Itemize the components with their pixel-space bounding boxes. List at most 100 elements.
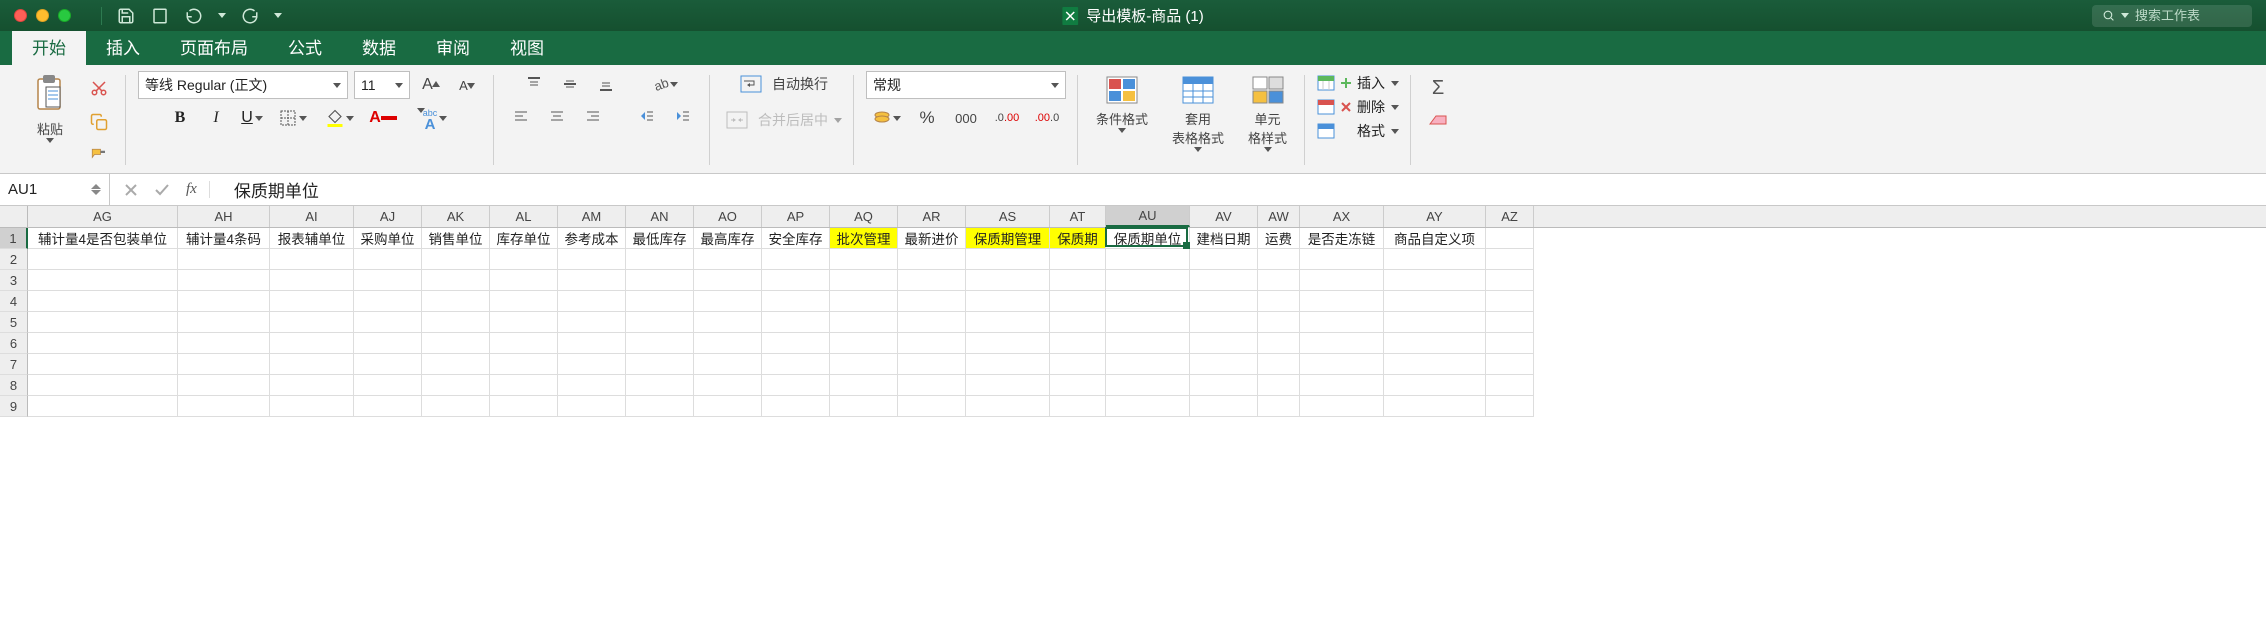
cell[interactable] bbox=[1486, 249, 1534, 270]
column-header[interactable]: AP bbox=[762, 206, 830, 227]
cell[interactable] bbox=[1106, 312, 1190, 333]
decrease-decimal-button[interactable]: .00.0 bbox=[1030, 105, 1064, 131]
column-header[interactable]: AO bbox=[694, 206, 762, 227]
cell[interactable] bbox=[422, 249, 490, 270]
cell[interactable] bbox=[1384, 291, 1486, 312]
cell[interactable] bbox=[1486, 291, 1534, 312]
cell[interactable] bbox=[1190, 249, 1258, 270]
increase-decimal-button[interactable]: .0.00 bbox=[990, 105, 1024, 131]
cell[interactable] bbox=[694, 249, 762, 270]
cell[interactable] bbox=[694, 270, 762, 291]
row-header[interactable]: 9 bbox=[0, 396, 28, 417]
cell[interactable] bbox=[830, 333, 898, 354]
align-right-button[interactable] bbox=[578, 103, 608, 129]
cut-button[interactable] bbox=[84, 75, 114, 101]
cell[interactable] bbox=[1486, 375, 1534, 396]
column-header[interactable]: AX bbox=[1300, 206, 1384, 227]
cell[interactable] bbox=[694, 396, 762, 417]
percent-button[interactable]: % bbox=[912, 105, 942, 131]
cell[interactable] bbox=[626, 249, 694, 270]
cell[interactable]: 采购单位 bbox=[354, 228, 422, 249]
comma-button[interactable]: 000 bbox=[948, 105, 984, 131]
cell[interactable]: 批次管理 bbox=[830, 228, 898, 249]
format-as-table-button[interactable]: 套用 表格格式 bbox=[1166, 73, 1230, 154]
cell[interactable] bbox=[270, 312, 354, 333]
column-header[interactable]: AZ bbox=[1486, 206, 1534, 227]
cell[interactable] bbox=[1050, 312, 1106, 333]
tab-data[interactable]: 数据 bbox=[342, 27, 416, 65]
align-middle-button[interactable] bbox=[555, 71, 585, 97]
cell[interactable] bbox=[1300, 312, 1384, 333]
cell[interactable] bbox=[830, 375, 898, 396]
cell[interactable] bbox=[28, 270, 178, 291]
cell[interactable]: 辅计量4条码 bbox=[178, 228, 270, 249]
wrap-text-icon[interactable] bbox=[736, 71, 766, 97]
cell[interactable] bbox=[178, 249, 270, 270]
cell[interactable] bbox=[626, 375, 694, 396]
cell[interactable] bbox=[1384, 270, 1486, 291]
cell[interactable] bbox=[830, 270, 898, 291]
cell[interactable] bbox=[1258, 396, 1300, 417]
qat-customize-icon[interactable] bbox=[274, 13, 282, 18]
cell[interactable] bbox=[354, 333, 422, 354]
cell[interactable] bbox=[1486, 312, 1534, 333]
cell[interactable] bbox=[1300, 396, 1384, 417]
cell[interactable] bbox=[1384, 396, 1486, 417]
cell[interactable] bbox=[558, 396, 626, 417]
column-header[interactable]: AM bbox=[558, 206, 626, 227]
cell[interactable] bbox=[422, 291, 490, 312]
cell[interactable]: 商品自定义项 bbox=[1384, 228, 1486, 249]
cell[interactable] bbox=[270, 354, 354, 375]
cell[interactable] bbox=[490, 312, 558, 333]
cell[interactable] bbox=[422, 270, 490, 291]
font-size-combo[interactable]: 11 bbox=[354, 71, 410, 99]
column-header[interactable]: AJ bbox=[354, 206, 422, 227]
search-box[interactable] bbox=[2092, 5, 2252, 27]
cell[interactable] bbox=[422, 354, 490, 375]
cell[interactable]: 运费 bbox=[1258, 228, 1300, 249]
cell[interactable] bbox=[1258, 291, 1300, 312]
increase-font-button[interactable]: A bbox=[416, 72, 446, 98]
cell[interactable] bbox=[1384, 333, 1486, 354]
cell[interactable] bbox=[422, 375, 490, 396]
cell[interactable] bbox=[490, 375, 558, 396]
cell[interactable] bbox=[830, 249, 898, 270]
cell[interactable]: 销售单位 bbox=[422, 228, 490, 249]
maximize-window-icon[interactable] bbox=[58, 9, 71, 22]
column-header[interactable]: AH bbox=[178, 206, 270, 227]
column-header[interactable]: AT bbox=[1050, 206, 1106, 227]
column-header[interactable]: AY bbox=[1384, 206, 1486, 227]
cell[interactable] bbox=[1300, 291, 1384, 312]
tab-formulas[interactable]: 公式 bbox=[268, 27, 342, 65]
cell[interactable] bbox=[28, 291, 178, 312]
delete-cells-button[interactable]: 删除 bbox=[1317, 97, 1399, 117]
column-header[interactable]: AL bbox=[490, 206, 558, 227]
cell[interactable] bbox=[830, 291, 898, 312]
cell[interactable] bbox=[1190, 333, 1258, 354]
cell[interactable] bbox=[830, 312, 898, 333]
cell[interactable] bbox=[178, 291, 270, 312]
cell[interactable] bbox=[422, 333, 490, 354]
print-icon[interactable] bbox=[150, 6, 170, 26]
fill-color-button[interactable] bbox=[319, 105, 361, 131]
cell[interactable] bbox=[1384, 312, 1486, 333]
cell[interactable] bbox=[762, 291, 830, 312]
cell[interactable] bbox=[558, 354, 626, 375]
save-icon[interactable] bbox=[116, 6, 136, 26]
cell[interactable] bbox=[1106, 333, 1190, 354]
cell[interactable] bbox=[694, 312, 762, 333]
cell[interactable] bbox=[966, 354, 1050, 375]
column-header[interactable]: AK bbox=[422, 206, 490, 227]
row-header[interactable]: 2 bbox=[0, 249, 28, 270]
cell[interactable] bbox=[178, 354, 270, 375]
cell[interactable] bbox=[1190, 375, 1258, 396]
cell[interactable] bbox=[1300, 249, 1384, 270]
cell[interactable] bbox=[28, 354, 178, 375]
cell[interactable]: 最低库存 bbox=[626, 228, 694, 249]
name-box[interactable]: AU1 bbox=[0, 174, 110, 205]
tab-home[interactable]: 开始 bbox=[12, 27, 86, 65]
italic-button[interactable]: I bbox=[201, 105, 231, 131]
cell[interactable]: 安全库存 bbox=[762, 228, 830, 249]
cell[interactable] bbox=[762, 396, 830, 417]
tab-review[interactable]: 审阅 bbox=[416, 27, 490, 65]
